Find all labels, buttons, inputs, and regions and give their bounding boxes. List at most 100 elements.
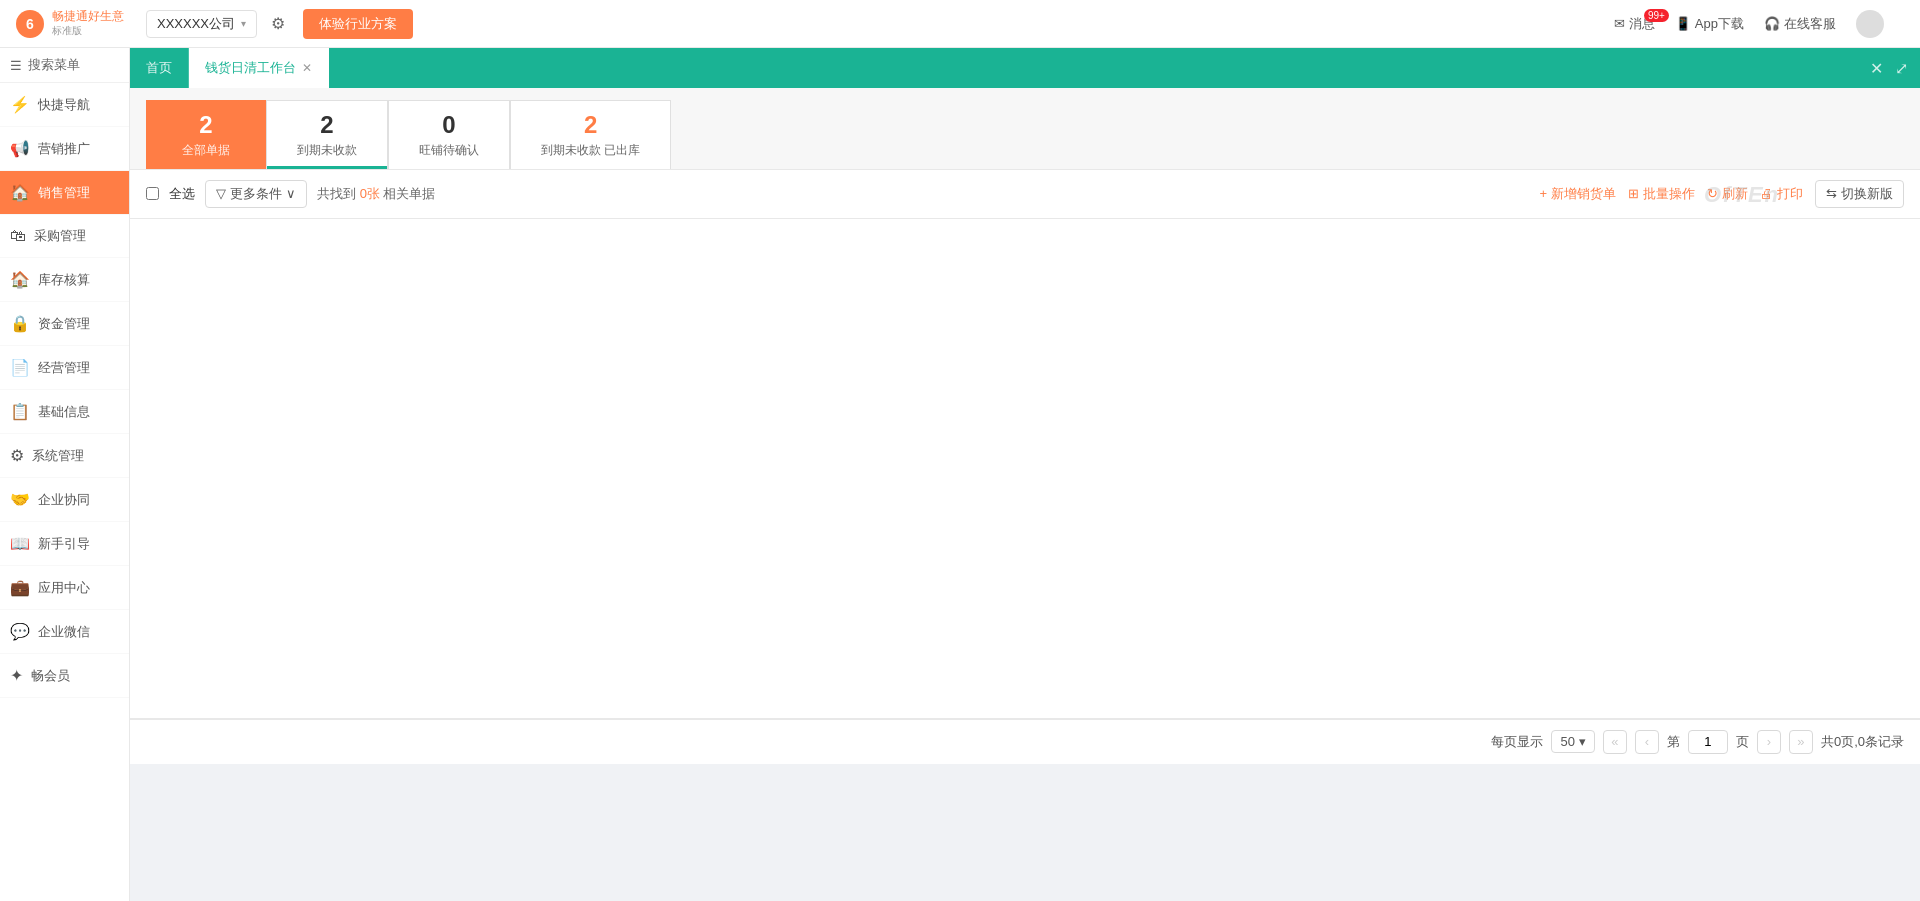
funds-icon: 🔒: [10, 314, 30, 333]
print-button[interactable]: 🖨 打印: [1760, 185, 1803, 203]
online-service-btn[interactable]: 🎧 在线客服: [1764, 15, 1836, 33]
logo-text: 畅捷通好生意: [52, 9, 124, 25]
page-suffix: 页: [1736, 733, 1749, 751]
app-download-label: App下载: [1695, 15, 1744, 33]
switch-button[interactable]: ⇆ 切换新版: [1815, 180, 1904, 208]
maximize-icon[interactable]: ⤢: [1895, 59, 1908, 78]
sidebar-item-marketing[interactable]: 📢 营销推广: [0, 127, 129, 171]
avatar[interactable]: [1856, 10, 1884, 38]
stat-num-all: 2: [199, 111, 212, 140]
last-page-button[interactable]: »: [1789, 730, 1813, 754]
page-label: 第: [1667, 733, 1680, 751]
next-page-button[interactable]: ›: [1757, 730, 1781, 754]
stat-num-overdue: 2: [320, 111, 333, 140]
first-page-button[interactable]: «: [1603, 730, 1627, 754]
tab-home[interactable]: 首页: [130, 48, 189, 88]
sidebar-item-vip[interactable]: ✦ 畅会员: [0, 654, 129, 698]
stat-label-all: 全部单据: [182, 142, 230, 159]
filter-arrow-icon: ∨: [286, 186, 296, 201]
prev-page-icon: ‹: [1645, 734, 1649, 749]
select-all-checkbox[interactable]: [146, 187, 159, 200]
sidebar-search[interactable]: ☰ 搜索菜单: [0, 48, 129, 83]
message-btn[interactable]: ✉ 消息 99+: [1614, 15, 1655, 33]
company-name: XXXXXX公司: [157, 15, 235, 33]
sidebar-item-quick-nav[interactable]: ⚡ 快捷导航: [0, 83, 129, 127]
refresh-button[interactable]: ↻ 刷新: [1707, 185, 1748, 203]
filter-button[interactable]: ▽ 更多条件 ∨: [205, 180, 307, 208]
top-header: 6 畅捷通好生意 标准版 XXXXXX公司 ▾ ⚙ 体验行业方案 ✉ 消息 99…: [0, 0, 1920, 48]
page-size-label: 每页显示: [1491, 733, 1543, 751]
sidebar-item-guide[interactable]: 📖 新手引导: [0, 522, 129, 566]
prev-page-button[interactable]: ‹: [1635, 730, 1659, 754]
switch-icon: ⇆: [1826, 186, 1837, 201]
first-page-icon: «: [1611, 734, 1618, 749]
stat-tab-pending[interactable]: 0 旺铺待确认: [388, 100, 510, 169]
download-icon: 📱: [1675, 16, 1691, 31]
page-number-input[interactable]: [1688, 730, 1728, 754]
header-right: ✉ 消息 99+ 📱 App下载 🎧 在线客服: [1614, 10, 1904, 38]
sidebar-item-label: 基础信息: [38, 403, 90, 421]
tab-workbench[interactable]: 钱货日清工作台 ✕: [189, 48, 329, 88]
tab-close-icon[interactable]: ✕: [302, 61, 312, 75]
stat-tab-shipped[interactable]: 2 到期未收款 已出库: [510, 100, 671, 169]
filter-icon: ▽: [216, 186, 226, 201]
sidebar-item-app-center[interactable]: 💼 应用中心: [0, 566, 129, 610]
toolbar: 全选 ▽ 更多条件 ∨ 共找到 0张 相关单据 + 新增销货单 ⊞ 批量操作: [130, 170, 1920, 219]
marketing-icon: 📢: [10, 139, 30, 158]
purchase-icon: 🛍: [10, 227, 26, 245]
table-area: [130, 219, 1920, 719]
stats-tabs: 2 全部单据 2 到期未收款 0 旺铺待确认 2 到期未收款 已出库: [130, 88, 1920, 170]
message-icon: ✉: [1614, 16, 1625, 31]
app-download-btn[interactable]: 📱 App下载: [1675, 15, 1744, 33]
found-text: 共找到 0张 相关单据: [317, 185, 435, 203]
sidebar-item-sales[interactable]: 🏠 销售管理: [0, 171, 129, 215]
sidebar-item-funds[interactable]: 🔒 资金管理: [0, 302, 129, 346]
corp-icon: 🤝: [10, 490, 30, 509]
message-badge: 99+: [1644, 9, 1669, 22]
sidebar-item-label: 经营管理: [38, 359, 90, 377]
sidebar-item-label: 应用中心: [38, 579, 90, 597]
sidebar-item-label: 系统管理: [32, 447, 84, 465]
trial-button[interactable]: 体验行业方案: [303, 9, 413, 39]
sidebar-item-label: 资金管理: [38, 315, 90, 333]
logo-icon: 6: [16, 10, 44, 38]
select-all-label: 全选: [169, 185, 195, 203]
search-menu-label: 搜索菜单: [28, 56, 80, 74]
sidebar-item-label: 库存核算: [38, 271, 90, 289]
page-size-select[interactable]: 50 ▾: [1551, 730, 1594, 753]
stat-label-shipped: 到期未收款 已出库: [541, 142, 640, 159]
switch-label: 切换新版: [1841, 185, 1893, 203]
company-selector[interactable]: XXXXXX公司 ▾: [146, 10, 257, 38]
add-sale-button[interactable]: + 新增销货单: [1539, 185, 1616, 203]
sidebar-item-wechat[interactable]: 💬 企业微信: [0, 610, 129, 654]
ops-icon: 📄: [10, 358, 30, 377]
stat-tab-overdue[interactable]: 2 到期未收款: [266, 100, 388, 169]
app-center-icon: 💼: [10, 578, 30, 597]
total-label: 共0页,0条记录: [1821, 733, 1904, 751]
settings-icon[interactable]: ⚙: [267, 10, 289, 37]
sales-icon: 🏠: [10, 183, 30, 202]
sidebar-item-purchase[interactable]: 🛍 采购管理: [0, 215, 129, 258]
sidebar-item-base-info[interactable]: 📋 基础信息: [0, 390, 129, 434]
print-label: 打印: [1777, 185, 1803, 203]
search-icon: ☰: [10, 58, 22, 73]
last-page-icon: »: [1797, 734, 1804, 749]
sidebar-item-system[interactable]: ⚙ 系统管理: [0, 434, 129, 478]
sidebar-item-label: 快捷导航: [38, 96, 90, 114]
batch-button[interactable]: ⊞ 批量操作: [1628, 185, 1695, 203]
guide-icon: 📖: [10, 534, 30, 553]
logo-badge: 标准版: [52, 24, 124, 38]
refresh-label: 刷新: [1722, 185, 1748, 203]
dropdown-arrow-icon: ▾: [241, 18, 246, 29]
sidebar-item-inventory[interactable]: 🏠 库存核算: [0, 258, 129, 302]
next-page-icon: ›: [1767, 734, 1771, 749]
sidebar-item-label: 销售管理: [38, 184, 90, 202]
minimize-icon[interactable]: ✕: [1870, 59, 1883, 78]
tab-home-label: 首页: [146, 59, 172, 77]
sidebar-item-corp[interactable]: 🤝 企业协同: [0, 478, 129, 522]
stat-tab-all[interactable]: 2 全部单据: [146, 100, 266, 169]
sidebar-item-label: 企业微信: [38, 623, 90, 641]
sidebar-item-ops[interactable]: 📄 经营管理: [0, 346, 129, 390]
tab-workbench-label: 钱货日清工作台: [205, 59, 296, 77]
inventory-icon: 🏠: [10, 270, 30, 289]
